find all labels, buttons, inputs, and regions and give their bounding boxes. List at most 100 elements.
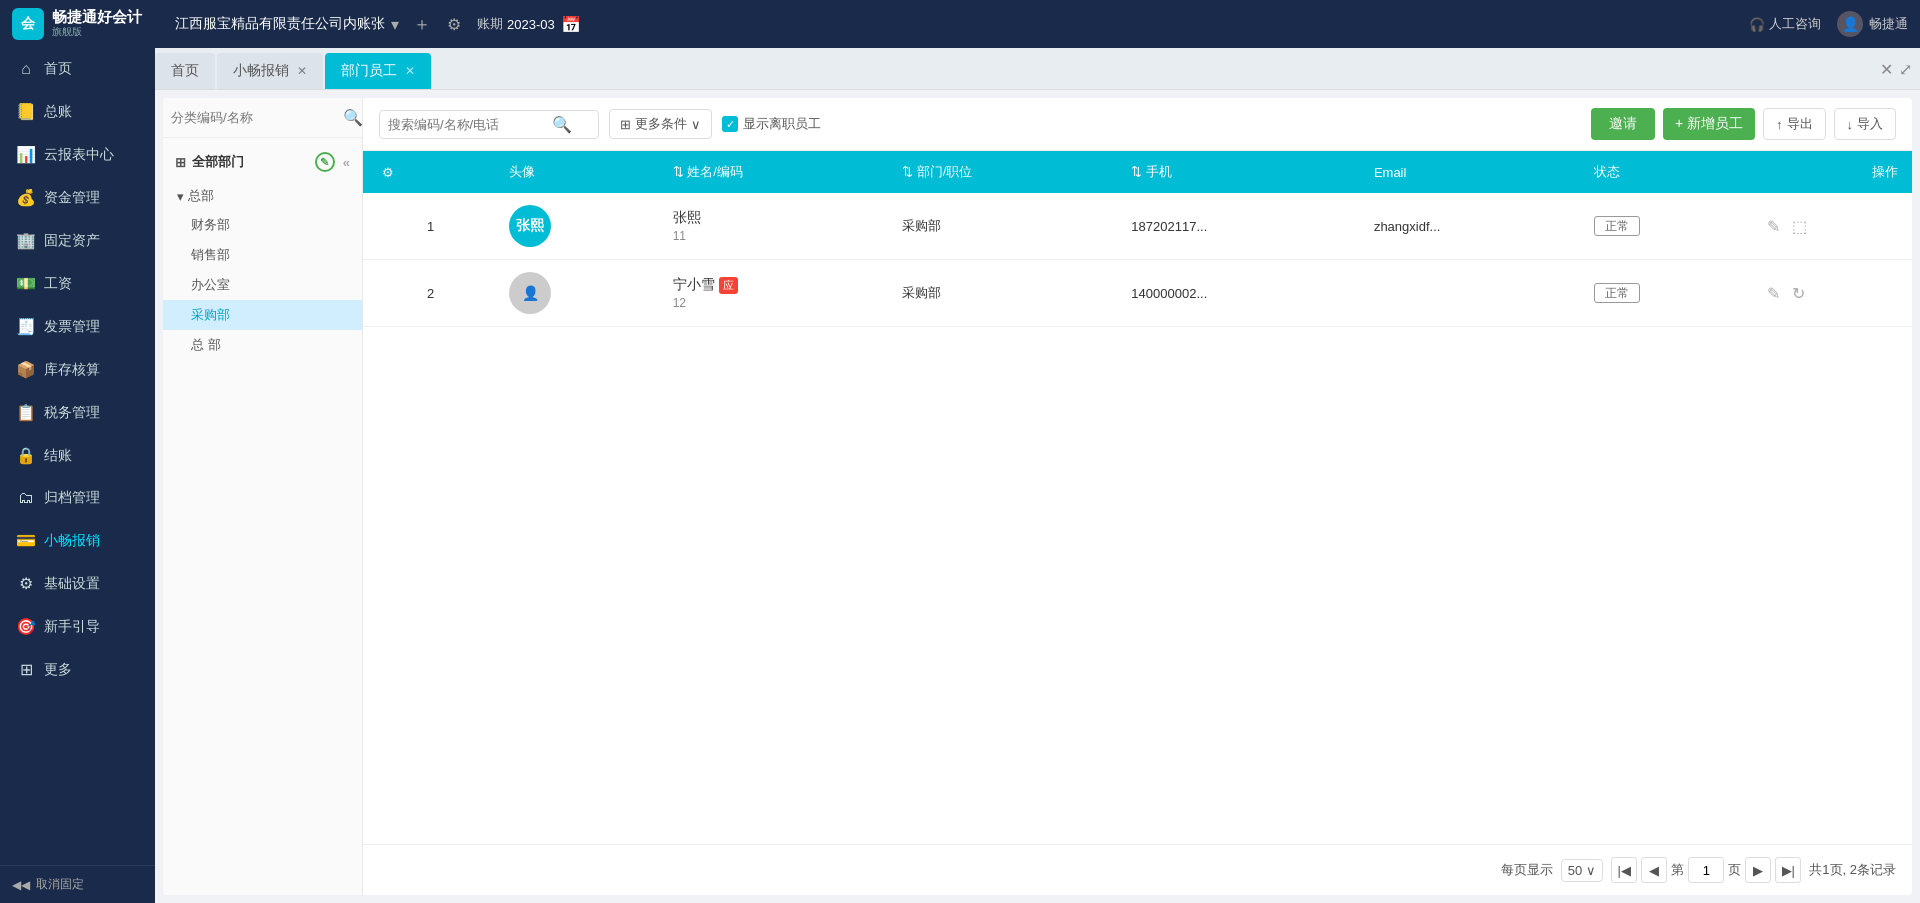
main-dept-header[interactable]: ▾ 总部	[163, 182, 362, 210]
sidebar-item-invoice[interactable]: 🧾 发票管理	[0, 305, 155, 348]
row2-name: 宁小雪 应 12	[659, 260, 888, 327]
close-icon: 🔒	[16, 446, 36, 465]
col-phone[interactable]: ⇅ 手机	[1117, 151, 1360, 193]
row2-status: 正常	[1580, 260, 1753, 327]
support-button[interactable]: 🎧 人工咨询	[1749, 15, 1821, 33]
employee-panel: 🔍 ⊞ 更多条件 ∨ ✓ 显示离职员工 邀请 + 新增员工	[363, 98, 1912, 895]
content-area: 首页 小畅报销 ✕ 部门员工 ✕ ✕ ⤢ 🔍	[155, 48, 1920, 903]
add-icon[interactable]: ＋	[413, 12, 431, 36]
dropdown-arrow-icon[interactable]: ▾	[391, 15, 399, 34]
row1-dept: 采购部	[888, 193, 1117, 260]
dept-item-office[interactable]: 办公室	[163, 270, 362, 300]
table-row: 2 👤 宁小雪	[363, 260, 1912, 327]
show-resigned-checkbox[interactable]: ✓	[722, 116, 738, 132]
col-actions: 操作	[1753, 151, 1912, 193]
tab-home[interactable]: 首页	[155, 53, 215, 89]
sidebar-item-archive[interactable]: 🗂 归档管理	[0, 477, 155, 519]
dept-item-purchase[interactable]: 采购部	[163, 300, 362, 330]
sidebar-item-ledger[interactable]: 📒 总账	[0, 90, 155, 133]
search-icon[interactable]: 🔍	[552, 115, 572, 134]
sidebar-item-tax[interactable]: 📋 税务管理	[0, 391, 155, 434]
employee-table-container: ⚙ 头像 ⇅ 姓名/编码 ⇅ 部门/职位	[363, 151, 1912, 844]
row2-index: 2	[413, 260, 495, 327]
export-button[interactable]: ↑ 导出	[1763, 108, 1826, 140]
tab-close-icon[interactable]: ✕	[1880, 60, 1893, 79]
tab-expense[interactable]: 小畅报销 ✕	[217, 53, 323, 89]
calendar-icon[interactable]: 📅	[561, 15, 581, 34]
edit-dept-button[interactable]: ✎	[315, 152, 335, 172]
sidebar-item-home[interactable]: ⌂ 首页	[0, 48, 155, 90]
period-label: 账期	[477, 15, 503, 33]
show-resigned-checkbox-label[interactable]: ✓ 显示离职员工	[722, 115, 821, 133]
tab-fullscreen-icon[interactable]: ⤢	[1899, 60, 1912, 79]
tab-employees[interactable]: 部门员工 ✕	[325, 53, 431, 89]
row1-status: 正常	[1580, 193, 1753, 260]
sidebar-item-close[interactable]: 🔒 结账	[0, 434, 155, 477]
edit-icon[interactable]: ✎	[1767, 284, 1780, 303]
tab-close-expense[interactable]: ✕	[297, 64, 307, 78]
edit-icon[interactable]: ✎	[1767, 217, 1780, 236]
add-employee-button[interactable]: + 新增员工	[1663, 108, 1755, 140]
user-menu[interactable]: 👤 畅捷通	[1837, 11, 1908, 37]
sidebar-item-assets[interactable]: 🏢 固定资产	[0, 219, 155, 262]
page-number-input[interactable]	[1688, 857, 1724, 883]
invite-button[interactable]: 邀请	[1591, 108, 1655, 140]
sidebar-item-payroll[interactable]: 💵 工资	[0, 262, 155, 305]
row2-avatar: 👤	[495, 260, 658, 327]
prev-page-button[interactable]: ◀	[1641, 857, 1667, 883]
dept-search-icon[interactable]: 🔍	[343, 108, 363, 127]
import-button[interactable]: ↓ 导入	[1834, 108, 1897, 140]
employee-search-input[interactable]	[388, 117, 548, 132]
logo-text: 畅捷通好会计 旗舰版	[52, 9, 142, 40]
filter-button[interactable]: ⊞ 更多条件 ∨	[609, 109, 712, 139]
period-value: 2023-03	[507, 17, 555, 32]
home-icon: ⌂	[16, 60, 36, 78]
sidebar-item-guide[interactable]: 🎯 新手引导	[0, 605, 155, 648]
reports-icon: 📊	[16, 145, 36, 164]
sidebar-item-funds[interactable]: 💰 资金管理	[0, 176, 155, 219]
dept-item-sales[interactable]: 销售部	[163, 240, 362, 270]
settings-icon[interactable]: ⚙	[447, 15, 461, 34]
sidebar-item-inventory[interactable]: 📦 库存核算	[0, 348, 155, 391]
tab-close-employees[interactable]: ✕	[405, 64, 415, 78]
logo-icon: 会	[12, 8, 44, 40]
toolbar-right: 邀请 + 新增员工 ↑ 导出 ↓ 导入	[1591, 108, 1896, 140]
sidebar-item-expense[interactable]: 💳 小畅报销	[0, 519, 155, 562]
expand-icon: ▾	[177, 189, 184, 204]
col-email: Email	[1360, 151, 1581, 193]
collapse-icon[interactable]: «	[343, 155, 350, 170]
col-settings[interactable]: ⚙	[363, 151, 413, 193]
exit-icon[interactable]: ⬚	[1792, 217, 1807, 236]
sidebar-item-settings[interactable]: ⚙ 基础设置	[0, 562, 155, 605]
dept-item-finance[interactable]: 财务部	[163, 210, 362, 240]
export-icon: ↑	[1776, 117, 1783, 132]
status-badge: 正常	[1594, 283, 1640, 303]
sidebar-item-reports[interactable]: 📊 云报表中心	[0, 133, 155, 176]
unpin-button[interactable]: ◀◀ 取消固定	[0, 865, 155, 903]
dept-search-input[interactable]	[171, 110, 339, 125]
pagination-footer: 每页显示 50 ∨ |◀ ◀ 第 页 ▶ ▶| 共1页, 2条记录	[363, 844, 1912, 895]
filter-icon: ⊞	[620, 117, 631, 132]
page-size-select[interactable]: 50 ∨	[1561, 859, 1603, 882]
avatar-icon: 👤	[1842, 16, 1859, 32]
col-index	[413, 151, 495, 193]
col-avatar: 头像	[495, 151, 658, 193]
employee-toolbar: 🔍 ⊞ 更多条件 ∨ ✓ 显示离职员工 邀请 + 新增员工	[363, 98, 1912, 151]
col-status: 状态	[1580, 151, 1753, 193]
refresh-icon[interactable]: ↻	[1792, 284, 1805, 303]
next-page-button[interactable]: ▶	[1745, 857, 1771, 883]
dept-item-general[interactable]: 总 部	[163, 330, 362, 360]
row2-phone: 140000002...	[1117, 260, 1360, 327]
logo-area: 会 畅捷通好会计 旗舰版	[12, 8, 167, 40]
pending-tag: 应	[719, 277, 738, 294]
sidebar-item-more[interactable]: ⊞ 更多	[0, 648, 155, 691]
employee-search-box: 🔍	[379, 110, 599, 139]
pin-left-icon: ◀◀	[12, 878, 30, 892]
first-page-button[interactable]: |◀	[1611, 857, 1637, 883]
row1-email: zhangxidf...	[1360, 193, 1581, 260]
last-page-button[interactable]: ▶|	[1775, 857, 1801, 883]
col-dept[interactable]: ⇅ 部门/职位	[888, 151, 1117, 193]
inventory-icon: 📦	[16, 360, 36, 379]
col-name[interactable]: ⇅ 姓名/编码	[659, 151, 888, 193]
all-dept-item[interactable]: ⊞ 全部部门 ✎ «	[163, 146, 362, 178]
